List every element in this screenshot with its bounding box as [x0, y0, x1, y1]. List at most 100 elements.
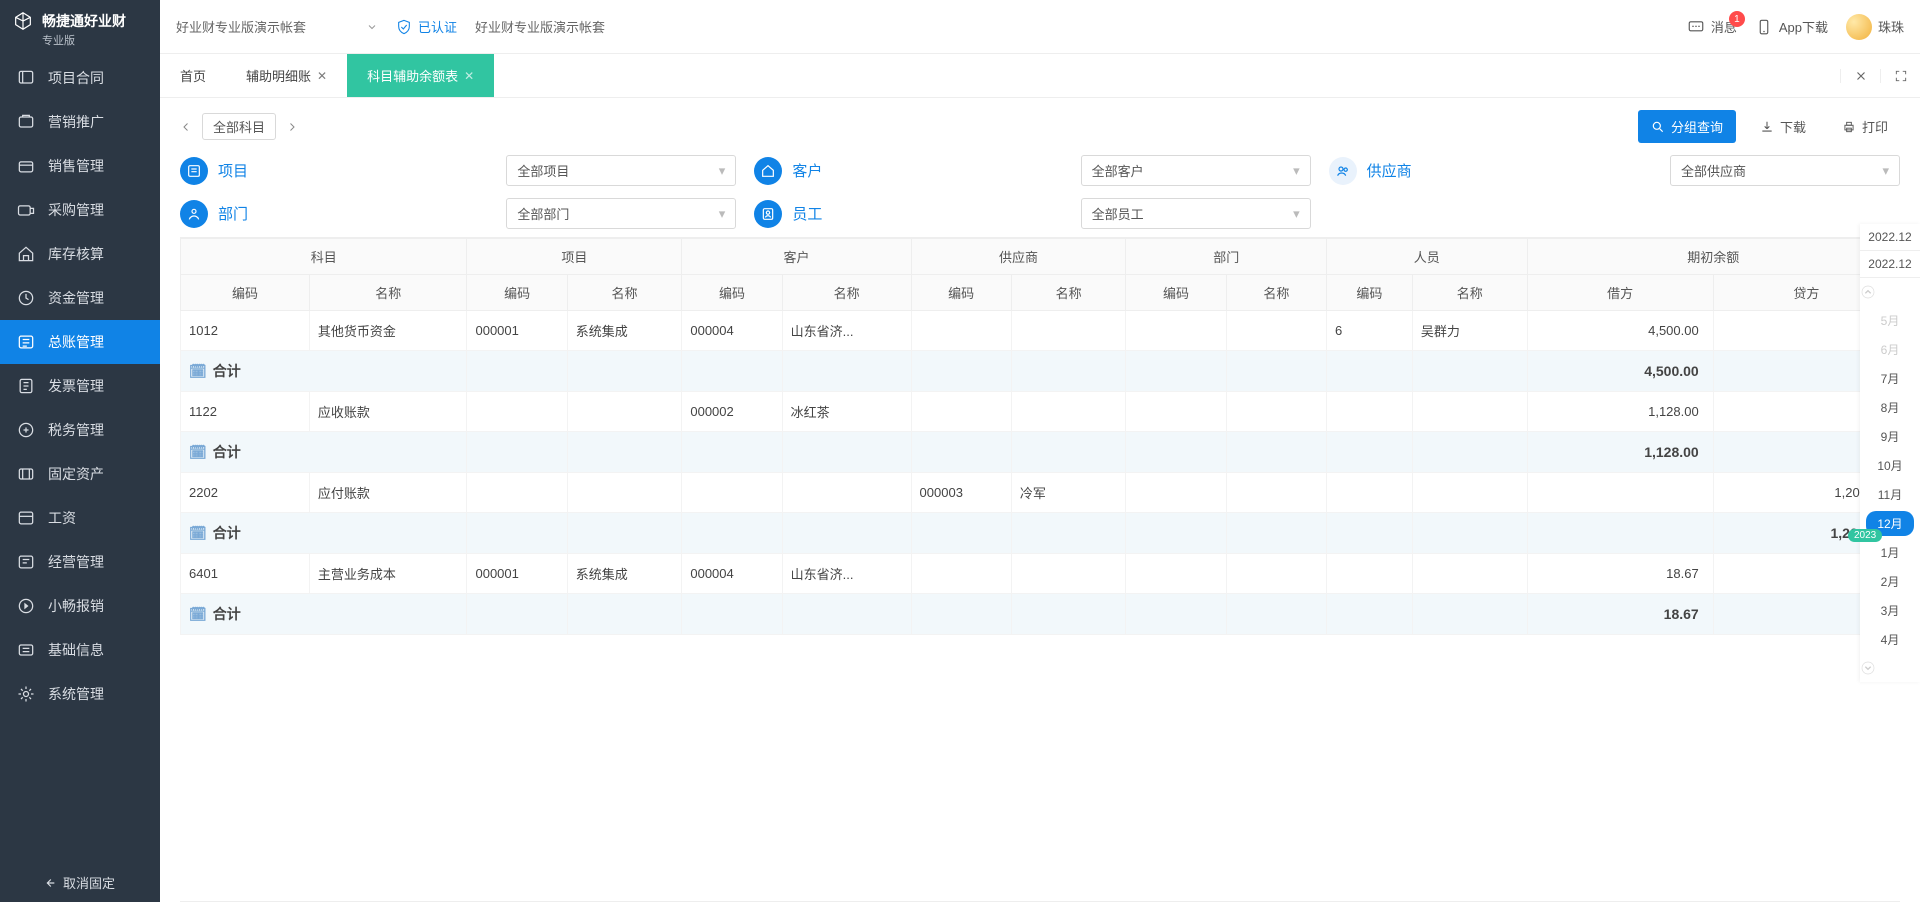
tab-label: 科目辅助余额表 — [367, 66, 458, 85]
table-row[interactable]: 1122应收账款000002冰红茶1,128.00 — [181, 392, 1900, 432]
tab-close-icon[interactable]: ✕ — [464, 69, 474, 83]
group-query-button[interactable]: 分组查询 — [1638, 110, 1736, 143]
period-item-5[interactable]: 10月 — [1860, 451, 1920, 480]
sidebar-item-5[interactable]: 资金管理 — [0, 276, 160, 320]
period-item-2[interactable]: 7月 — [1860, 364, 1920, 393]
messages-button[interactable]: 消息 1 — [1687, 17, 1737, 36]
sidebar-unpin-label: 取消固定 — [63, 873, 115, 892]
period-item-8[interactable]: 1月 — [1860, 538, 1920, 567]
breadcrumb-next-button[interactable] — [286, 121, 298, 133]
filter-department-select[interactable]: 全部部门 ▾ — [506, 198, 736, 229]
table-row[interactable]: 2202应付账款000003冷军1,200.00 — [181, 473, 1900, 513]
sidebar-item-2[interactable]: 销售管理 — [0, 144, 160, 188]
nav-label: 固定资产 — [48, 464, 104, 484]
sidebar-item-7[interactable]: 发票管理 — [0, 364, 160, 408]
table-row[interactable]: 🗓合计1,128.00 — [181, 432, 1900, 473]
sidebar-item-13[interactable]: 基础信息 — [0, 628, 160, 672]
cell — [1126, 392, 1226, 432]
nav-icon — [16, 684, 36, 704]
period-item-3[interactable]: 8月 — [1860, 393, 1920, 422]
period-item-9[interactable]: 2月 — [1860, 567, 1920, 596]
nav-icon — [16, 596, 36, 616]
filter-supplier-select[interactable]: 全部供应商 ▾ — [1670, 155, 1900, 186]
period-item-4[interactable]: 9月 — [1860, 422, 1920, 451]
nav-label: 经营管理 — [48, 552, 104, 572]
table-row[interactable]: 1012其他货币资金000001系统集成000004山东省济...6吴群力4,5… — [181, 311, 1900, 351]
tab-close-icon[interactable]: ✕ — [317, 69, 327, 83]
user-menu[interactable]: 珠珠 — [1846, 14, 1904, 40]
cell: 应付账款 — [309, 473, 467, 513]
sidebar-item-9[interactable]: 固定资产 — [0, 452, 160, 496]
tab-0[interactable]: 首页 — [160, 54, 226, 97]
filter-employee-select[interactable]: 全部员工 ▾ — [1081, 198, 1311, 229]
nav-label: 系统管理 — [48, 684, 104, 704]
sidebar-item-0[interactable]: 项目合同 — [0, 56, 160, 100]
sidebar-item-6[interactable]: 总账管理 — [0, 320, 160, 364]
close-all-tabs-button[interactable] — [1840, 69, 1880, 83]
nav-icon — [16, 68, 36, 88]
table-row[interactable]: 🗓合计4,500.00 — [181, 351, 1900, 392]
period-from[interactable]: 2022.12 — [1860, 224, 1920, 251]
sidebar-item-1[interactable]: 营销推广 — [0, 100, 160, 144]
table-row[interactable]: 🗓合计1,200.00 — [181, 513, 1900, 554]
col-supplier: 供应商 — [911, 239, 1126, 275]
fullscreen-button[interactable] — [1880, 69, 1920, 83]
filter-customer-select[interactable]: 全部客户 ▾ — [1081, 155, 1311, 186]
period-item-7[interactable]: 12月2023 — [1866, 511, 1914, 536]
table-row[interactable]: 🗓合计18.67 — [181, 594, 1900, 635]
sidebar-item-3[interactable]: 采购管理 — [0, 188, 160, 232]
cell — [911, 392, 1011, 432]
cell-debit — [1527, 513, 1713, 554]
unpin-icon — [45, 876, 59, 890]
table-row[interactable]: 6401主营业务成本000001系统集成000004山东省济...18.67 — [181, 554, 1900, 594]
period-item-6[interactable]: 11月 — [1860, 480, 1920, 509]
sidebar-item-10[interactable]: 工资 — [0, 496, 160, 540]
nav-label: 项目合同 — [48, 68, 104, 88]
period-scroll-down-button[interactable] — [1860, 654, 1920, 682]
subtotal-icon: 🗓 — [189, 525, 207, 542]
sidebar-item-4[interactable]: 库存核算 — [0, 232, 160, 276]
cell: 冰红茶 — [782, 392, 911, 432]
nav-icon — [16, 156, 36, 176]
filter-customer-label: 客户 — [754, 157, 1062, 185]
sidebar-item-11[interactable]: 经营管理 — [0, 540, 160, 584]
period-to[interactable]: 2022.12 — [1860, 251, 1920, 278]
cell — [1011, 554, 1126, 594]
col-customer: 客户 — [682, 239, 911, 275]
cell — [467, 473, 567, 513]
print-button[interactable]: 打印 — [1830, 111, 1900, 142]
page-content: 全部科目 分组查询 下载 打印 — [160, 98, 1920, 902]
period-item-10[interactable]: 3月 — [1860, 596, 1920, 625]
nav-label: 销售管理 — [48, 156, 104, 176]
table-head: 科目 项目 客户 供应商 部门 人员 期初余额 编码名称 编码名称 编码名称 编… — [181, 239, 1900, 311]
chevron-down-icon — [1860, 660, 1876, 676]
filter-project-select[interactable]: 全部项目 ▾ — [506, 155, 736, 186]
tab-label: 辅助明细账 — [246, 66, 311, 85]
sidebar-unpin-button[interactable]: 取消固定 — [0, 863, 160, 902]
nav-label: 发票管理 — [48, 376, 104, 396]
filter-customer-value: 全部客户 — [1092, 161, 1144, 180]
subject-selector[interactable]: 全部科目 — [202, 113, 276, 140]
subtotal-icon: 🗓 — [189, 444, 207, 461]
cell: 6 — [1326, 311, 1412, 351]
tab-1[interactable]: 辅助明细账 ✕ — [226, 54, 347, 97]
period-item-11[interactable]: 4月 — [1860, 625, 1920, 654]
chevron-down-icon: ▾ — [1882, 163, 1889, 179]
sidebar-item-14[interactable]: 系统管理 — [0, 672, 160, 716]
nav-icon — [16, 112, 36, 132]
tab-2[interactable]: 科目辅助余额表 ✕ — [347, 54, 494, 97]
download-button[interactable]: 下载 — [1748, 111, 1818, 142]
cell: 山东省济... — [782, 311, 911, 351]
account-selector[interactable]: 好业财专业版演示帐套 — [176, 17, 378, 36]
app-download-button[interactable]: App下载 — [1755, 17, 1828, 36]
period-scroll-up-button[interactable] — [1860, 278, 1920, 306]
cell-debit: 4,500.00 — [1527, 351, 1713, 392]
nav-label: 库存核算 — [48, 244, 104, 264]
breadcrumb-prev-button[interactable] — [180, 121, 192, 133]
filter-department-value: 全部部门 — [517, 204, 569, 223]
cell — [1126, 554, 1226, 594]
sidebar-item-8[interactable]: 税务管理 — [0, 408, 160, 452]
cell — [567, 392, 682, 432]
verified-label: 已认证 — [418, 17, 457, 36]
sidebar-item-12[interactable]: 小畅报销 — [0, 584, 160, 628]
